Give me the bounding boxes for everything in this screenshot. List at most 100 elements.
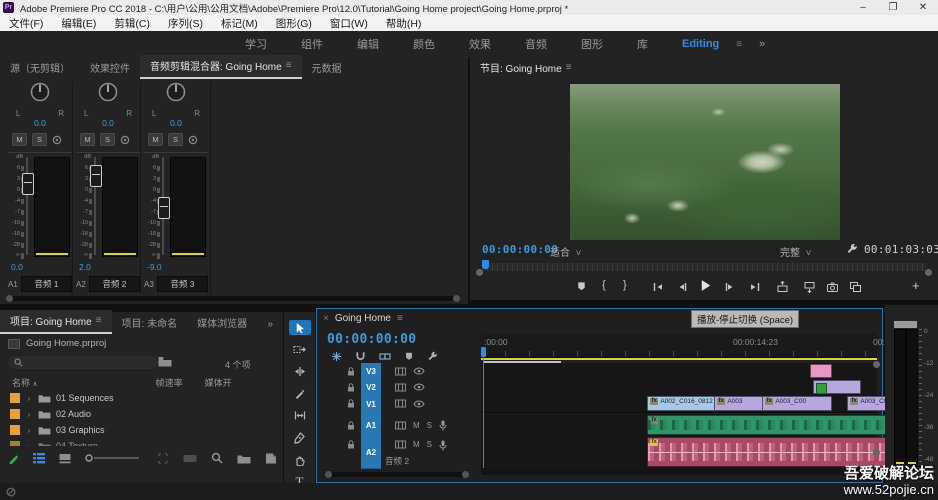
- column-media-start[interactable]: 媒体开: [205, 376, 232, 389]
- track-solo-button[interactable]: S: [427, 440, 432, 449]
- clip-v1-2[interactable]: fx A003: [714, 396, 768, 411]
- button-editor-add-icon[interactable]: +: [912, 278, 920, 293]
- clip-v1-3[interactable]: fx A003_C00: [762, 396, 832, 411]
- panel-menu-icon[interactable]: ≡: [96, 315, 102, 326]
- nest-sequence-icon[interactable]: [331, 351, 342, 362]
- lock-icon[interactable]: [347, 382, 355, 392]
- chevron-right-icon[interactable]: ›: [25, 394, 33, 403]
- step-back-icon[interactable]: [676, 281, 688, 293]
- sync-lock-icon[interactable]: [395, 421, 406, 430]
- tab-media-browser[interactable]: 媒体浏览器: [187, 312, 257, 334]
- record-arm-icon[interactable]: [52, 135, 62, 145]
- linked-selection-icon[interactable]: [379, 351, 391, 362]
- track-name[interactable]: 音频 3: [156, 276, 208, 292]
- solo-button[interactable]: S: [32, 133, 47, 146]
- track-name[interactable]: 音频 2: [88, 276, 140, 292]
- track-select-forward-tool-icon[interactable]: [289, 342, 311, 357]
- track-lane-v2[interactable]: [481, 379, 877, 396]
- tab-overflow-icon[interactable]: »: [257, 316, 283, 334]
- workspace-tab-learning[interactable]: 学习: [228, 36, 284, 52]
- track-lane-v3[interactable]: [481, 363, 877, 380]
- track-visibility-eye-icon[interactable]: [413, 383, 425, 391]
- track-visibility-eye-icon[interactable]: [413, 399, 425, 408]
- pan-value[interactable]: 0.0: [76, 118, 140, 128]
- tab-metadata[interactable]: 元数据: [302, 57, 352, 79]
- track-target-v1[interactable]: V1: [361, 395, 381, 415]
- add-marker-icon[interactable]: [576, 281, 587, 292]
- clip-v3-pink[interactable]: [810, 364, 832, 378]
- play-button-icon[interactable]: [698, 278, 713, 293]
- column-frame-rate[interactable]: 帧速率: [156, 376, 183, 389]
- new-bin-icon[interactable]: [237, 453, 251, 464]
- slip-tool-icon[interactable]: [289, 408, 311, 423]
- go-to-in-icon[interactable]: [652, 281, 664, 293]
- pan-value[interactable]: 0.0: [8, 118, 72, 128]
- sync-lock-icon[interactable]: [395, 367, 406, 376]
- menu-help[interactable]: 帮助(H): [377, 16, 431, 31]
- extract-icon[interactable]: [803, 281, 816, 293]
- track-name[interactable]: 音频 1: [20, 276, 72, 292]
- new-item-icon[interactable]: [265, 453, 277, 464]
- track-target-v2[interactable]: V2: [361, 379, 381, 396]
- voiceover-mic-icon[interactable]: [439, 420, 447, 431]
- solo-button[interactable]: S: [168, 133, 183, 146]
- close-button[interactable]: ✕: [908, 2, 938, 13]
- timeline-vscroll-bottom-cap[interactable]: [873, 449, 880, 456]
- tab-program-monitor[interactable]: 节目: Going Home ≡: [470, 57, 582, 79]
- sort-icons-icon[interactable]: [157, 452, 169, 464]
- tab-effect-controls[interactable]: 效果控件: [80, 57, 140, 79]
- bin-row-audio[interactable]: › 02 Audio: [0, 406, 283, 422]
- panel-menu-icon[interactable]: ≡: [397, 313, 403, 324]
- chevron-right-icon[interactable]: ›: [25, 426, 33, 435]
- tab-sequence-going-home[interactable]: Going Home: [335, 313, 391, 324]
- clip-v2-graphic[interactable]: [813, 380, 861, 394]
- fader-handle[interactable]: [158, 197, 170, 219]
- search-bin-folder-icon[interactable]: [158, 356, 172, 367]
- menu-clip[interactable]: 剪辑(C): [105, 16, 159, 31]
- menu-marker[interactable]: 标记(M): [212, 16, 267, 31]
- clip-v1-1[interactable]: fx A002_C016_0812: [647, 396, 720, 411]
- track-target-v3[interactable]: V3: [361, 363, 381, 380]
- mixer-horizontal-scrollbar[interactable]: [6, 295, 460, 302]
- timeline-settings-wrench-icon[interactable]: [427, 351, 438, 362]
- timeline-header-scrollbar[interactable]: [325, 471, 469, 478]
- workspace-tab-graphics[interactable]: 图形: [564, 36, 620, 52]
- fader-handle[interactable]: [90, 165, 102, 187]
- snap-magnet-icon[interactable]: [355, 351, 366, 362]
- workspace-tab-editing-cn[interactable]: 编辑: [340, 36, 396, 52]
- pen-tool-icon[interactable]: [289, 430, 311, 445]
- fader-value[interactable]: 0.0: [8, 262, 72, 272]
- playback-resolution-select[interactable]: 完整 ˅: [780, 244, 811, 259]
- mark-out-button[interactable]: }: [623, 279, 627, 291]
- zoom-level-select[interactable]: 适合 ˅: [550, 244, 581, 259]
- mute-button[interactable]: M: [148, 133, 163, 146]
- mute-button[interactable]: M: [12, 133, 27, 146]
- workspace-tab-editing-active[interactable]: Editing: [665, 38, 736, 50]
- lock-icon[interactable]: [347, 366, 355, 376]
- column-name[interactable]: 名称 ∧: [12, 376, 38, 389]
- menu-file[interactable]: 文件(F): [0, 16, 52, 31]
- zoom-slider[interactable]: [85, 453, 143, 463]
- record-arm-icon[interactable]: [188, 135, 198, 145]
- project-writable-icon[interactable]: [8, 453, 19, 464]
- program-scrubber[interactable]: [482, 263, 926, 271]
- pan-value[interactable]: 0.0: [144, 118, 208, 128]
- timeline-ruler[interactable]: :00:00 00:00:14:23 00:00:29:23: [481, 333, 918, 358]
- lock-icon[interactable]: [347, 399, 355, 408]
- lock-icon[interactable]: [347, 420, 355, 430]
- bin-row-sequences[interactable]: › 01 Sequences: [0, 390, 283, 406]
- settings-wrench-icon[interactable]: [846, 243, 858, 255]
- breadcrumb[interactable]: Going Home.prproj: [26, 338, 106, 349]
- sync-lock-icon[interactable]: [395, 383, 406, 392]
- timeline-playhead[interactable]: [481, 347, 486, 357]
- voiceover-mic-icon[interactable]: [439, 440, 447, 451]
- timeline-vscroll-top-cap[interactable]: [873, 361, 880, 368]
- track-mute-button[interactable]: M: [413, 421, 420, 430]
- track-mute-button[interactable]: M: [413, 440, 420, 449]
- timeline-marker-icon[interactable]: [404, 351, 414, 362]
- tab-project-going-home[interactable]: 项目: Going Home ≡: [0, 310, 112, 334]
- menu-sequence[interactable]: 序列(S): [159, 16, 212, 31]
- menu-graphics[interactable]: 图形(G): [267, 16, 321, 31]
- pan-knob[interactable]: [165, 81, 187, 103]
- program-current-timecode[interactable]: 00:00:00:00: [482, 243, 558, 256]
